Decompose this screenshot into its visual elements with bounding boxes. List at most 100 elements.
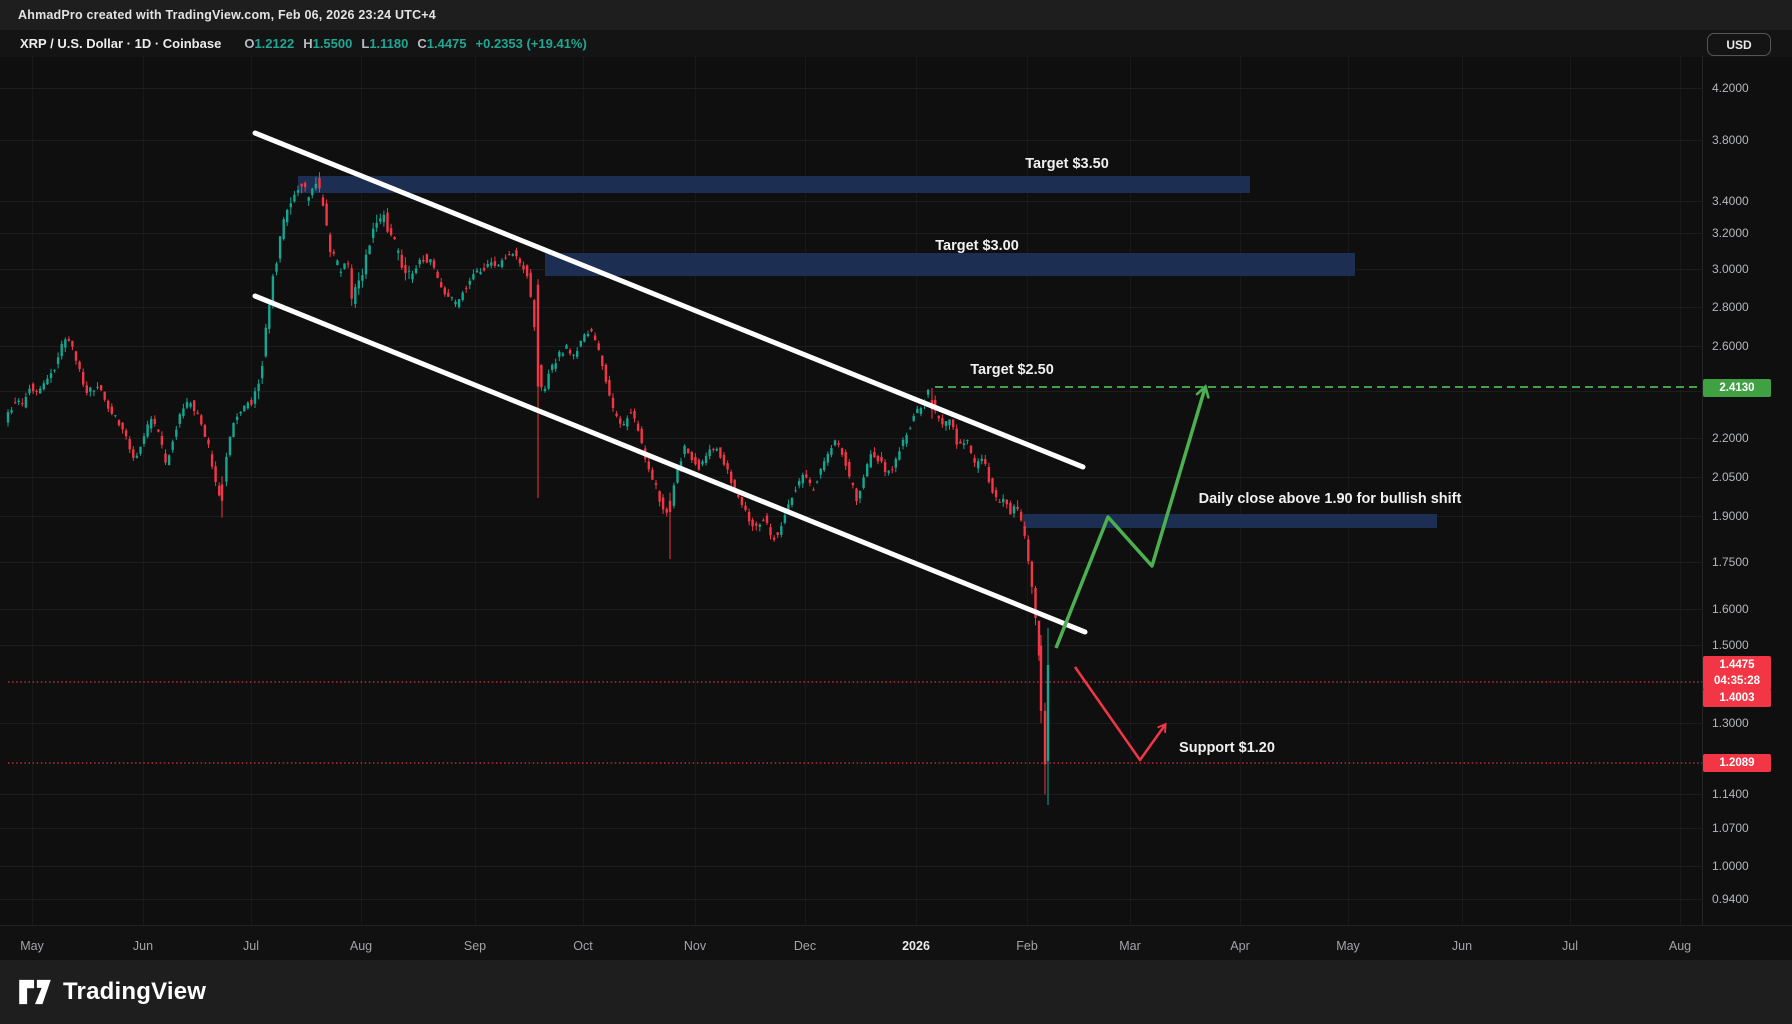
price-axis-label: 0.9400 (1712, 891, 1749, 907)
horizontal-gridline (0, 477, 1702, 478)
descending-channel (255, 133, 1085, 632)
symbol-title[interactable]: XRP / U.S. Dollar · 1D · Coinbase (20, 36, 221, 51)
annotation-target-2-50[interactable]: Target $2.50 (970, 362, 1054, 378)
time-axis-label: May (1336, 939, 1360, 953)
horizontal-gridline (0, 828, 1702, 829)
ohlc-value: 1.5500 (313, 36, 353, 51)
price-axis-label: 2.0500 (1712, 469, 1749, 485)
time-axis-label: May (20, 939, 44, 953)
ohlc-readout: O1.2122H1.5500L1.1180C1.4475 (235, 36, 466, 51)
price-tag-line: 1.4003 (1703, 690, 1771, 706)
target-3.00-zone[interactable] (545, 253, 1355, 276)
horizontal-gridline (0, 438, 1702, 439)
price-axis-label: 3.0000 (1712, 261, 1749, 277)
annotation-target-3-00[interactable]: Target $3.00 (935, 238, 1019, 254)
price-tag-12089: 1.2089 (1703, 754, 1771, 772)
price-axis-label: 3.2000 (1712, 225, 1749, 241)
price-axis-label: 1.3000 (1712, 715, 1749, 731)
drawn-hlines (8, 387, 1702, 763)
vertical-gridline (1680, 56, 1681, 925)
horizontal-gridline (0, 140, 1702, 141)
ohlc-key: H (303, 36, 312, 51)
time-axis-label: Jul (1562, 939, 1578, 953)
time-axis-label: Aug (350, 939, 372, 953)
time-axis[interactable] (0, 925, 1792, 960)
annotation-daily-close-above-1-90-for-bullish-shift[interactable]: Daily close above 1.90 for bullish shift (1199, 491, 1462, 507)
price-axis-label: 2.8000 (1712, 299, 1749, 315)
horizontal-gridline (0, 201, 1702, 202)
change-readout: +0.2353 (+19.41%) (476, 36, 587, 51)
ohlc-key: C (417, 36, 426, 51)
horizontal-gridline (0, 516, 1702, 517)
ohlc-value: 1.2122 (254, 36, 294, 51)
chart-header: XRP / U.S. Dollar · 1D · Coinbase O1.212… (0, 30, 1792, 57)
price-axis-label: 1.0000 (1712, 858, 1749, 874)
vertical-gridline (251, 56, 252, 925)
price-tag-14475: 1.447504:35:28 (1703, 656, 1771, 690)
price-axis-label: 1.9000 (1712, 508, 1749, 524)
horizontal-gridline (0, 899, 1702, 900)
attribution-bar: AhmadPro created with TradingView.com, F… (0, 0, 1792, 30)
price-axis-label: 3.8000 (1712, 132, 1749, 148)
vertical-gridline (1462, 56, 1463, 925)
price-tag-24130: 2.4130 (1703, 379, 1771, 397)
horizontal-gridline (0, 562, 1702, 563)
time-axis-label: Dec (794, 939, 816, 953)
time-axis-label: Oct (573, 939, 592, 953)
horizontal-gridline (0, 307, 1702, 308)
tradingview-window: AhmadPro created with TradingView.com, F… (0, 0, 1792, 1024)
bearish-projection-arrow[interactable] (1075, 667, 1165, 760)
time-axis-label: Feb (1016, 939, 1038, 953)
horizontal-gridline (0, 794, 1702, 795)
price-tag-line: 2.4130 (1703, 380, 1771, 396)
vertical-gridline (143, 56, 144, 925)
price-axis-label: 1.1400 (1712, 786, 1749, 802)
price-axis-border (1702, 56, 1703, 925)
time-axis-label: Jun (1452, 939, 1472, 953)
price-axis-label: 3.4000 (1712, 193, 1749, 209)
horizontal-gridline (0, 723, 1702, 724)
horizontal-gridline (0, 391, 1702, 392)
price-axis-label: 2.6000 (1712, 338, 1749, 354)
tradingview-logo-text: TradingView (63, 978, 206, 1006)
time-axis-label: Aug (1669, 939, 1691, 953)
time-axis-label: Nov (684, 939, 706, 953)
price-tag-line: 04:35:28 (1703, 673, 1771, 689)
price-axis-label: 4.2000 (1712, 80, 1749, 96)
price-axis-label: 1.5000 (1712, 637, 1749, 653)
price-axis-label: 1.0700 (1712, 820, 1749, 836)
breakout-1.90-zone[interactable] (1023, 514, 1437, 528)
price-tag-14003: 1.4003 (1703, 689, 1771, 707)
price-tag-line: 1.4475 (1703, 657, 1771, 673)
vertical-gridline (1570, 56, 1571, 925)
horizontal-gridline (0, 346, 1702, 347)
horizontal-gridline (0, 609, 1702, 610)
footer-bar: TradingView (0, 960, 1792, 1024)
ohlc-value: 1.1180 (369, 36, 408, 51)
price-axis-label: 1.6000 (1712, 601, 1749, 617)
time-axis-label: Jul (243, 939, 259, 953)
price-axis-label: 2.2000 (1712, 430, 1749, 446)
time-axis-label: Sep (464, 939, 486, 953)
ohlc-value: 1.4475 (427, 36, 467, 51)
annotation-support-1-20[interactable]: Support $1.20 (1179, 740, 1275, 756)
ohlc-key: O (244, 36, 254, 51)
horizontal-gridline (0, 866, 1702, 867)
vertical-gridline (32, 56, 33, 925)
time-axis-label: Jun (133, 939, 153, 953)
time-axis-label: 2026 (902, 939, 930, 953)
tradingview-logo[interactable]: TradingView (18, 978, 206, 1006)
attribution-text: AhmadPro created with TradingView.com, F… (18, 8, 436, 22)
annotation-target-3-50[interactable]: Target $3.50 (1025, 156, 1109, 172)
horizontal-gridline (0, 88, 1702, 89)
currency-toggle-button[interactable]: USD (1707, 33, 1771, 56)
tradingview-logo-icon (18, 979, 52, 1005)
price-axis-label: 1.7500 (1712, 554, 1749, 570)
price-tag-line: 1.2089 (1703, 755, 1771, 771)
horizontal-gridline (0, 645, 1702, 646)
target-3.50-zone[interactable] (298, 176, 1250, 193)
time-axis-label: Apr (1230, 939, 1249, 953)
time-axis-label: Mar (1119, 939, 1141, 953)
chart-canvas[interactable] (0, 0, 1792, 1024)
horizontal-gridline (0, 233, 1702, 234)
